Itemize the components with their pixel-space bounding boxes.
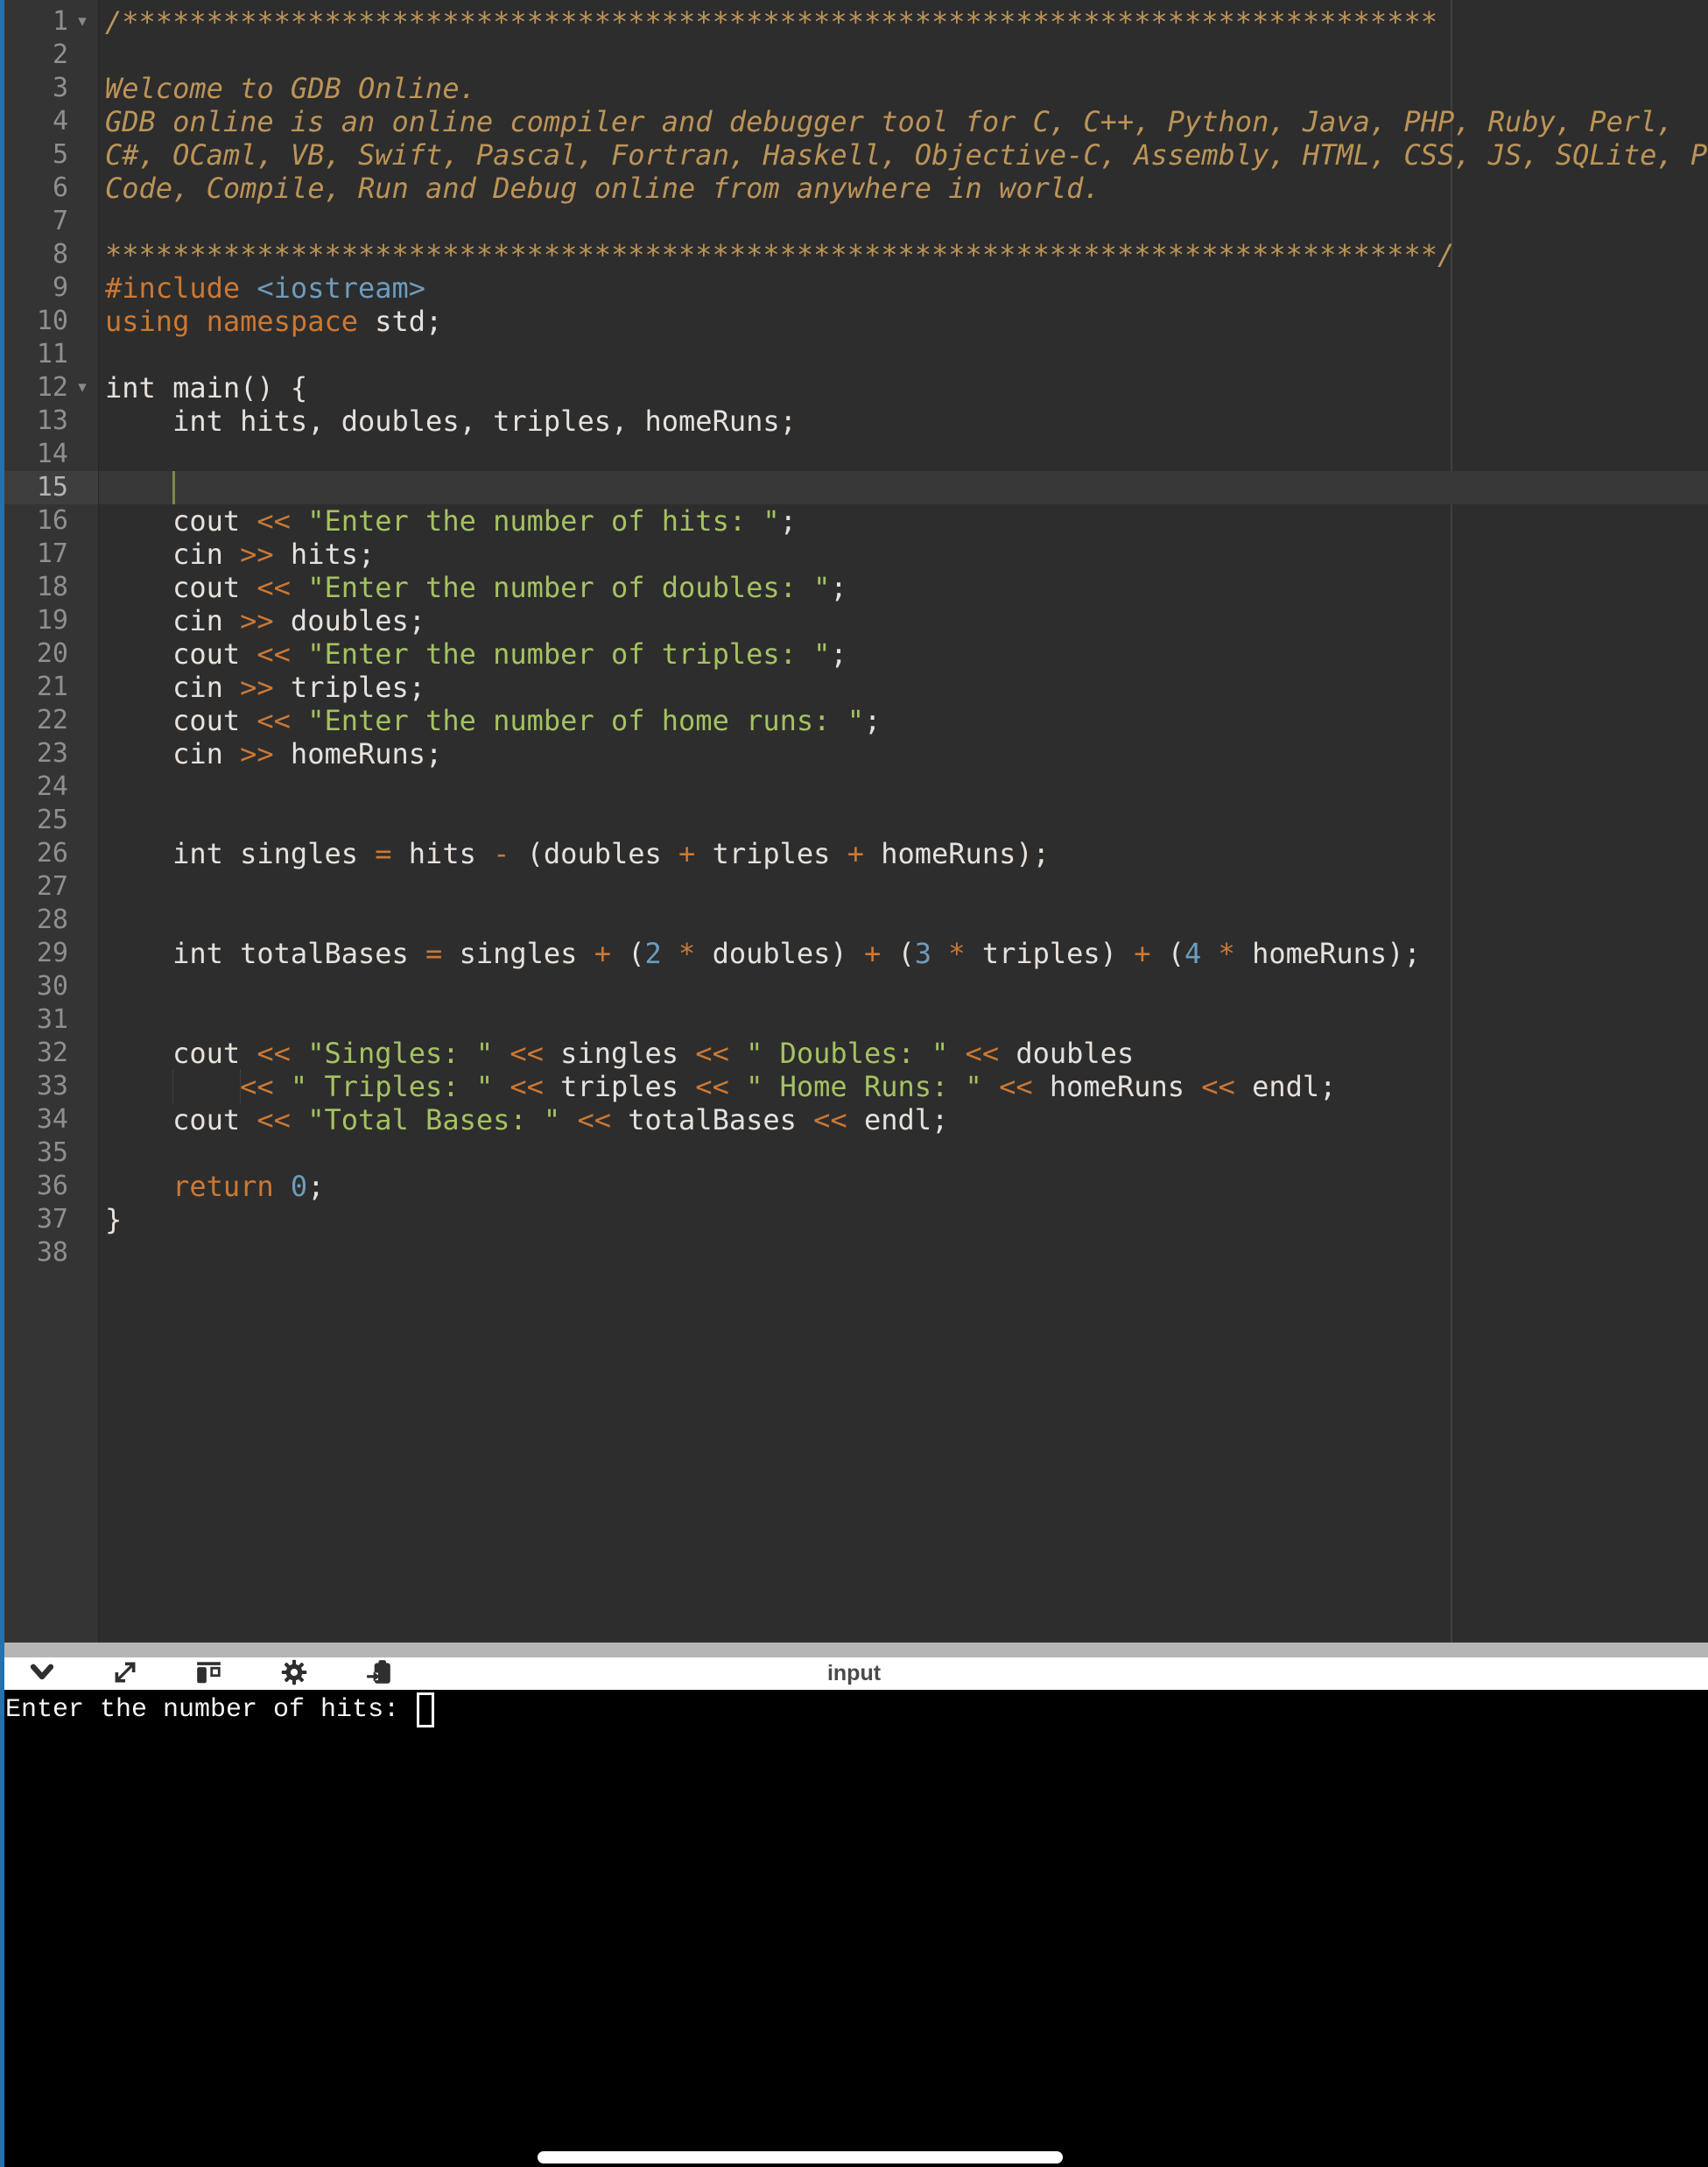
code-line[interactable]: cout << "Enter the number of home runs: … <box>99 704 1708 737</box>
code-line[interactable] <box>99 970 1708 1003</box>
gutter-line-number[interactable]: 12▾ <box>0 371 98 405</box>
code-line[interactable]: << " Triples: " << triples << " Home Run… <box>99 1070 1708 1103</box>
code-line[interactable] <box>99 904 1708 937</box>
code-line[interactable] <box>99 471 1708 504</box>
gutter-line-number[interactable]: 38 <box>0 1236 98 1270</box>
terminal[interactable]: Enter the number of hits: <box>0 1690 1708 2167</box>
gutter-line-number[interactable]: 25 <box>0 804 98 837</box>
terminal-output-line: Enter the number of hits: <box>0 1690 1708 1728</box>
code-line[interactable] <box>99 205 1708 238</box>
code-line[interactable]: cout << "Enter the number of doubles: "; <box>99 571 1708 604</box>
code-line[interactable]: int hits, doubles, triples, homeRuns; <box>99 405 1708 438</box>
console-tab-label: input <box>0 1657 1708 1690</box>
gutter-line-number[interactable]: 14 <box>0 438 98 471</box>
code-line[interactable]: int totalBases = singles + (2 * doubles)… <box>99 937 1708 970</box>
gutter-line-number[interactable]: 27 <box>0 870 98 904</box>
onlinegdb-app: /***************************************… <box>0 0 1708 2167</box>
gutter-line-number[interactable]: 11 <box>0 338 98 371</box>
code-line[interactable]: cout << "Enter the number of hits: "; <box>99 504 1708 538</box>
gutter-line-number[interactable]: 3 <box>0 72 98 105</box>
gutter-line-number[interactable]: 34 <box>0 1103 98 1136</box>
code-line[interactable] <box>99 870 1708 904</box>
home-indicator-bar[interactable] <box>538 2151 1063 2163</box>
gutter-line-number[interactable]: 17 <box>0 538 98 571</box>
gutter-line-number[interactable]: 26 <box>0 837 98 870</box>
terminal-output-text: Enter the number of hits: <box>5 1692 415 1728</box>
gutter-line-number[interactable]: 18 <box>0 571 98 604</box>
code-line[interactable]: cin >> triples; <box>99 671 1708 704</box>
gutter-line-number[interactable]: 24 <box>0 770 98 804</box>
gutter-line-number[interactable]: 16 <box>0 504 98 538</box>
code-line[interactable]: int main() { <box>99 371 1708 405</box>
editor-gutter[interactable]: 1▾23456789101112▾13141516171819202122232… <box>0 0 99 1643</box>
code-line[interactable]: ****************************************… <box>99 238 1708 271</box>
code-line[interactable]: cin >> hits; <box>99 538 1708 571</box>
gutter-line-number[interactable]: 30 <box>0 970 98 1003</box>
gutter-line-number[interactable]: 37 <box>0 1203 98 1236</box>
gutter-line-number[interactable]: 2 <box>0 39 98 72</box>
gutter-line-number[interactable]: 35 <box>0 1136 98 1170</box>
code-line[interactable]: cout << "Enter the number of triples: "; <box>99 637 1708 671</box>
indent-guide <box>240 1070 241 1103</box>
left-edge-accent <box>0 0 4 2167</box>
gutter-line-number[interactable]: 29 <box>0 937 98 970</box>
gutter-line-number[interactable]: 33 <box>0 1070 98 1103</box>
gutter-line-number[interactable]: 15 <box>0 471 98 504</box>
code-line[interactable]: /***************************************… <box>99 5 1708 39</box>
gutter-line-number[interactable]: 10 <box>0 305 98 338</box>
code-line[interactable]: cin >> homeRuns; <box>99 737 1708 770</box>
code-line[interactable]: Code, Compile, Run and Debug online from… <box>99 172 1708 205</box>
gutter-line-number[interactable]: 21 <box>0 671 98 704</box>
code-line[interactable] <box>99 1136 1708 1170</box>
editor-cursor <box>172 471 175 504</box>
console-resize-handle[interactable] <box>0 1643 1708 1657</box>
code-line[interactable] <box>99 338 1708 371</box>
gutter-line-number[interactable]: 19 <box>0 604 98 637</box>
gutter-line-number[interactable]: 23 <box>0 737 98 770</box>
code-line[interactable]: cin >> doubles; <box>99 604 1708 637</box>
code-line[interactable] <box>99 804 1708 837</box>
console-toolbar: input <box>0 1657 1708 1690</box>
code-line[interactable] <box>99 1236 1708 1270</box>
code-line[interactable] <box>99 1003 1708 1037</box>
code-line[interactable]: cout << "Total Bases: " << totalBases <<… <box>99 1103 1708 1136</box>
code-line[interactable]: Welcome to GDB Online. <box>99 72 1708 105</box>
code-line[interactable]: #include <iostream> <box>99 271 1708 305</box>
gutter-line-number[interactable]: 5 <box>0 138 98 172</box>
gutter-line-number[interactable]: 32 <box>0 1037 98 1070</box>
gutter-line-number[interactable]: 36 <box>0 1170 98 1203</box>
code-line[interactable]: C#, OCaml, VB, Swift, Pascal, Fortran, H… <box>99 138 1708 172</box>
gutter-line-number[interactable]: 13 <box>0 405 98 438</box>
gutter-line-number[interactable]: 4 <box>0 105 98 138</box>
code-line[interactable] <box>99 770 1708 804</box>
gutter-line-number[interactable]: 8 <box>0 238 98 271</box>
indent-guide <box>172 1070 173 1103</box>
fold-toggle-icon[interactable]: ▾ <box>72 371 93 405</box>
code-line[interactable]: using namespace std; <box>99 305 1708 338</box>
gutter-line-number[interactable]: 20 <box>0 637 98 671</box>
gutter-line-number[interactable]: 9 <box>0 271 98 305</box>
gutter-line-number[interactable]: 7 <box>0 205 98 238</box>
code-line[interactable]: } <box>99 1203 1708 1236</box>
gutter-line-number[interactable]: 31 <box>0 1003 98 1037</box>
code-line[interactable] <box>99 438 1708 471</box>
fold-toggle-icon[interactable]: ▾ <box>72 5 93 39</box>
gutter-line-number[interactable]: 22 <box>0 704 98 737</box>
gutter-line-number[interactable]: 1▾ <box>0 5 98 39</box>
gutter-line-number[interactable]: 6 <box>0 172 98 205</box>
code-line[interactable]: int singles = hits - (doubles + triples … <box>99 837 1708 870</box>
code-line[interactable]: GDB online is an online compiler and deb… <box>99 105 1708 138</box>
code-line[interactable]: cout << "Singles: " << singles << " Doub… <box>99 1037 1708 1070</box>
gutter-line-number[interactable]: 28 <box>0 904 98 937</box>
terminal-cursor <box>417 1692 434 1727</box>
code-line[interactable]: return 0; <box>99 1170 1708 1203</box>
code-editor[interactable]: /***************************************… <box>0 0 1708 1643</box>
code-line[interactable] <box>99 39 1708 72</box>
